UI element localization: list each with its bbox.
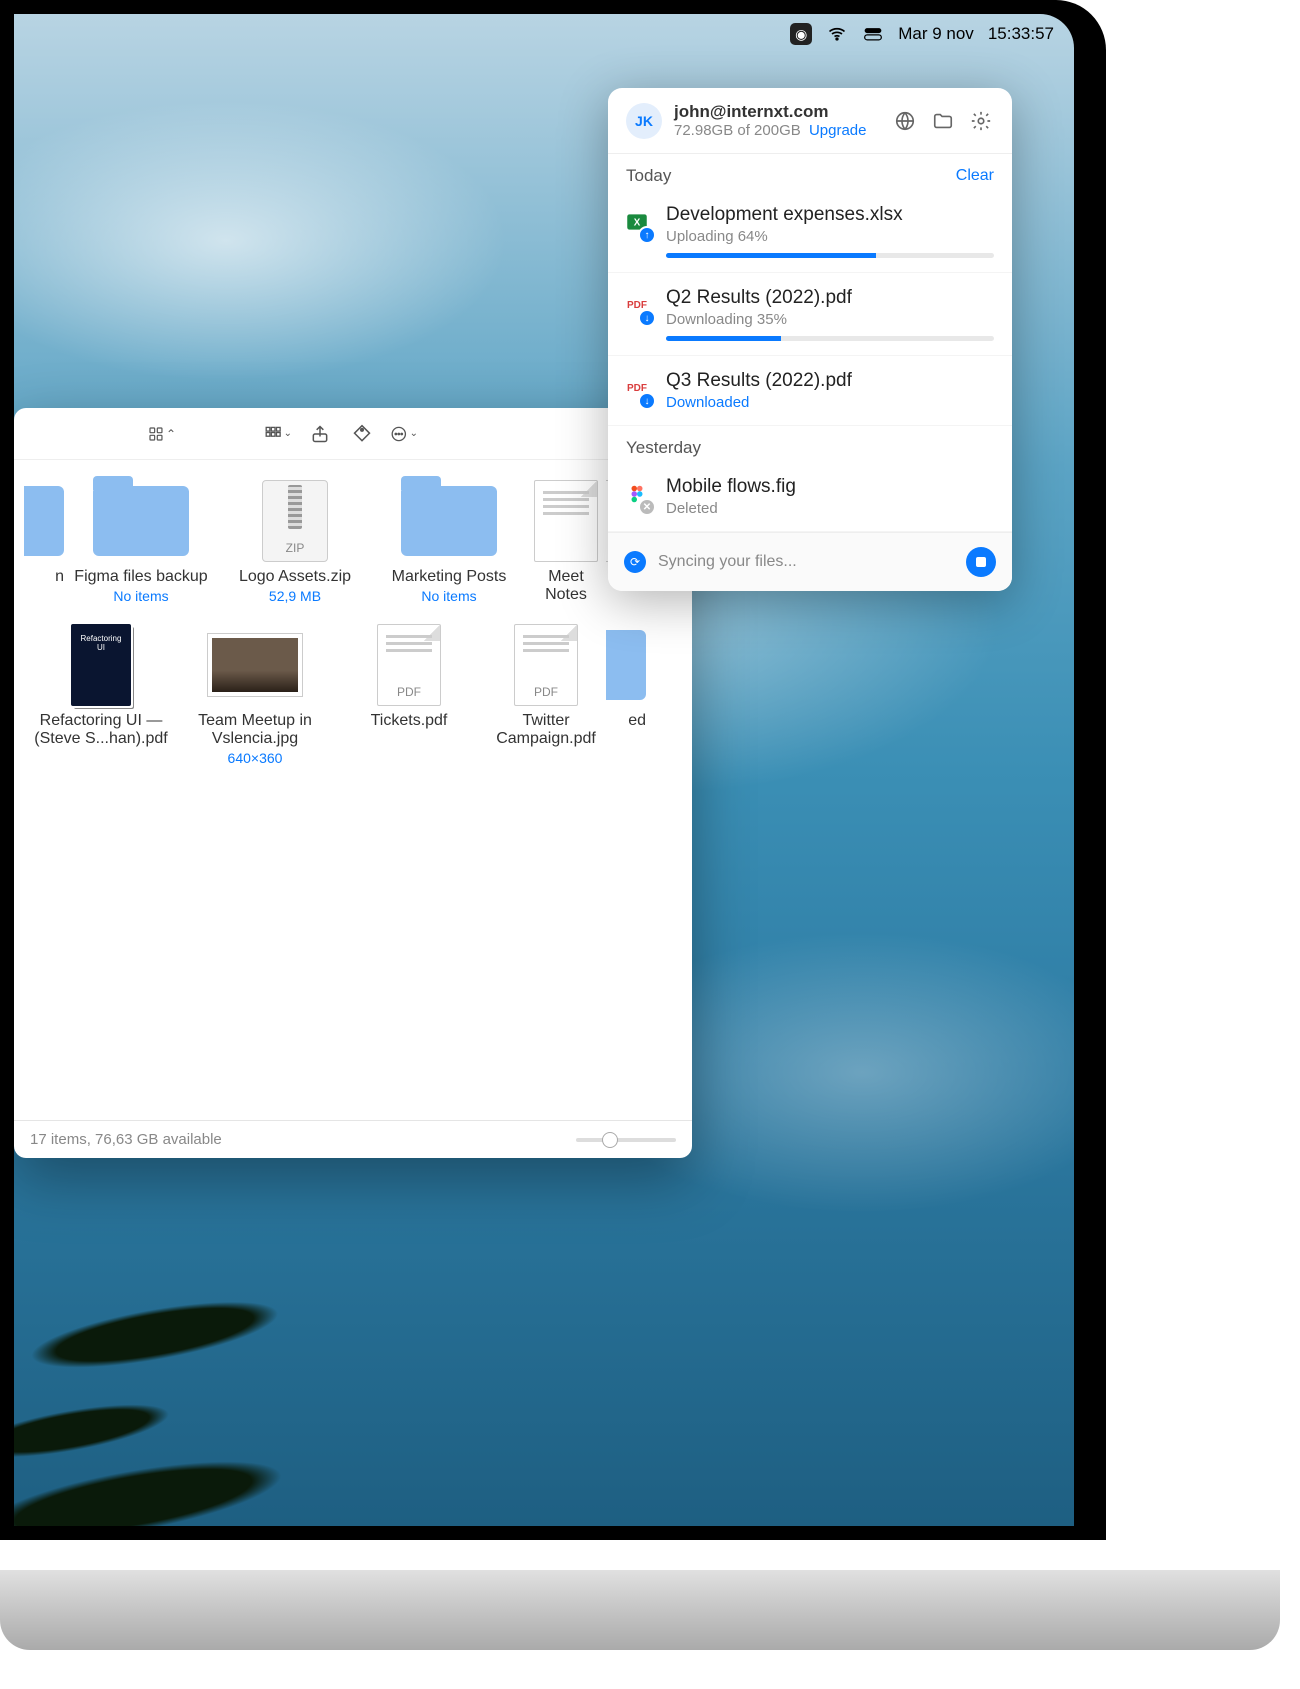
zoom-slider[interactable]: [576, 1138, 676, 1142]
file-item[interactable]: Refactoring UI Refactoring UI — (Steve S…: [24, 624, 178, 766]
sync-item-subtitle: Deleted: [666, 500, 994, 517]
image-icon: [207, 633, 303, 697]
progress-fill: [666, 253, 876, 258]
globe-icon[interactable]: [892, 108, 918, 134]
download-badge-icon: ↓: [638, 309, 656, 327]
file-name: Logo Assets.zip: [239, 568, 351, 586]
file-item[interactable]: ed: [606, 624, 646, 766]
figma-icon: ✕: [622, 476, 652, 512]
sync-item[interactable]: PDF ↓ Q2 Results (2022).pdf Downloading …: [608, 273, 1012, 356]
file-name: n: [55, 568, 64, 586]
sync-item-subtitle: Uploading 64%: [666, 228, 994, 245]
screen-recording-icon[interactable]: ◉: [790, 23, 812, 45]
file-name: Twitter Campaign.pdf: [486, 712, 606, 748]
file-item[interactable]: Marketing Posts No items: [372, 480, 526, 604]
progress-bar: [666, 336, 994, 341]
menubar-date[interactable]: Mar 9 nov: [898, 24, 974, 44]
file-subtitle: 52,9 MB: [269, 588, 321, 604]
sync-footer-text: Syncing your files...: [658, 553, 954, 571]
finder-window: ⌃ ⌄ ⌄ ⌄ M: [14, 408, 692, 1158]
sync-item-title: Mobile flows.fig: [666, 476, 994, 498]
file-name: Marketing Posts: [392, 568, 507, 586]
progress-bar: [666, 253, 994, 258]
menubar-time[interactable]: 15:33:57: [988, 24, 1054, 44]
more-button[interactable]: ⌄: [390, 420, 418, 448]
sync-item[interactable]: X ↑ Development expenses.xlsx Uploading …: [608, 190, 1012, 273]
folder-icon: [93, 486, 189, 556]
pdf-icon: PDF ↓: [622, 370, 652, 406]
file-name: Team Meetup in Vslencia.jpg: [178, 712, 332, 748]
desktop-screen: ◉ Mar 9 nov 15:33:57 ⌃ ⌄: [14, 14, 1074, 1526]
sync-item-title: Development expenses.xlsx: [666, 204, 994, 226]
progress-fill: [666, 336, 781, 341]
file-subtitle: No items: [113, 588, 168, 604]
folder-icon: [401, 486, 497, 556]
file-name: Meet Notes: [526, 568, 606, 604]
sync-item[interactable]: ✕ Mobile flows.fig Deleted: [608, 462, 1012, 532]
finder-toolbar: ⌃ ⌄ ⌄ ⌄ M: [14, 408, 692, 460]
user-email: john@internxt.com: [674, 102, 880, 122]
file-item[interactable]: ZIP Logo Assets.zip 52,9 MB: [218, 480, 372, 604]
stop-sync-button[interactable]: [966, 547, 996, 577]
laptop-frame: ◉ Mar 9 nov 15:33:57 ⌃ ⌄: [0, 0, 1106, 1540]
sync-footer: ⟳ Syncing your files...: [608, 532, 1012, 591]
clear-button[interactable]: Clear: [956, 167, 994, 185]
folder-icon: [606, 630, 646, 700]
finder-status-bar: 17 items, 76,63 GB available: [14, 1120, 692, 1158]
sync-item-subtitle: Downloaded: [666, 394, 994, 411]
file-name: Figma files backup: [74, 568, 207, 586]
folder-icon[interactable]: [930, 108, 956, 134]
file-item[interactable]: n: [24, 480, 64, 604]
file-item[interactable]: PDF Tickets.pdf: [332, 624, 486, 766]
xlsx-icon: X ↑: [622, 204, 652, 240]
storage-info: 72.98GB of 200GB Upgrade: [674, 122, 880, 139]
file-name: ed: [628, 712, 646, 730]
sync-item[interactable]: PDF ↓ Q3 Results (2022).pdf Downloaded: [608, 356, 1012, 426]
upgrade-link[interactable]: Upgrade: [809, 122, 867, 139]
avatar[interactable]: JK: [626, 103, 662, 139]
sync-item-subtitle: Downloading 35%: [666, 311, 994, 328]
file-item[interactable]: PDF Twitter Campaign.pdf: [486, 624, 606, 766]
file-item[interactable]: Team Meetup in Vslencia.jpg 640×360: [178, 624, 332, 766]
sync-icon: ⟳: [624, 551, 646, 573]
book-icon: Refactoring UI: [71, 624, 131, 706]
folder-icon: [24, 486, 64, 556]
finder-grid: n Figma files backup No items ZIP Logo A…: [14, 460, 692, 1120]
sync-item-title: Q2 Results (2022).pdf: [666, 287, 994, 309]
file-item[interactable]: Meet Notes: [526, 480, 606, 604]
tag-button[interactable]: [348, 420, 376, 448]
wifi-icon[interactable]: [826, 23, 848, 45]
section-label: Today: [626, 166, 671, 186]
sync-header: JK john@internxt.com 72.98GB of 200GB Up…: [608, 88, 1012, 154]
zoom-slider-thumb[interactable]: [602, 1132, 618, 1148]
control-center-icon[interactable]: [862, 23, 884, 45]
file-subtitle: 640×360: [228, 750, 283, 766]
zip-icon: ZIP: [262, 480, 328, 562]
pdf-icon: PDF: [377, 624, 441, 706]
section-label: Yesterday: [626, 438, 701, 458]
file-subtitle: No items: [421, 588, 476, 604]
deleted-badge-icon: ✕: [638, 498, 656, 516]
view-icons-button[interactable]: ⌃: [148, 420, 176, 448]
document-icon: [534, 480, 598, 562]
finder-status-text: 17 items, 76,63 GB available: [30, 1131, 222, 1148]
menubar: ◉ Mar 9 nov 15:33:57: [14, 14, 1074, 54]
sync-popup: JK john@internxt.com 72.98GB of 200GB Up…: [608, 88, 1012, 591]
laptop-base: [0, 1570, 1280, 1650]
download-badge-icon: ↓: [638, 392, 656, 410]
sync-user-info: john@internxt.com 72.98GB of 200GB Upgra…: [674, 102, 880, 139]
section-yesterday: Yesterday: [608, 426, 1012, 462]
group-by-button[interactable]: ⌄: [264, 420, 292, 448]
upload-badge-icon: ↑: [638, 226, 656, 244]
sync-item-title: Q3 Results (2022).pdf: [666, 370, 994, 392]
pdf-icon: PDF ↓: [622, 287, 652, 323]
file-item[interactable]: Figma files backup No items: [64, 480, 218, 604]
file-name: Tickets.pdf: [371, 712, 448, 730]
gear-icon[interactable]: [968, 108, 994, 134]
section-today: Today Clear: [608, 154, 1012, 190]
share-button[interactable]: [306, 420, 334, 448]
pdf-icon: PDF: [514, 624, 578, 706]
file-name: Refactoring UI — (Steve S...han).pdf: [24, 712, 178, 748]
svg-text:X: X: [634, 217, 641, 228]
